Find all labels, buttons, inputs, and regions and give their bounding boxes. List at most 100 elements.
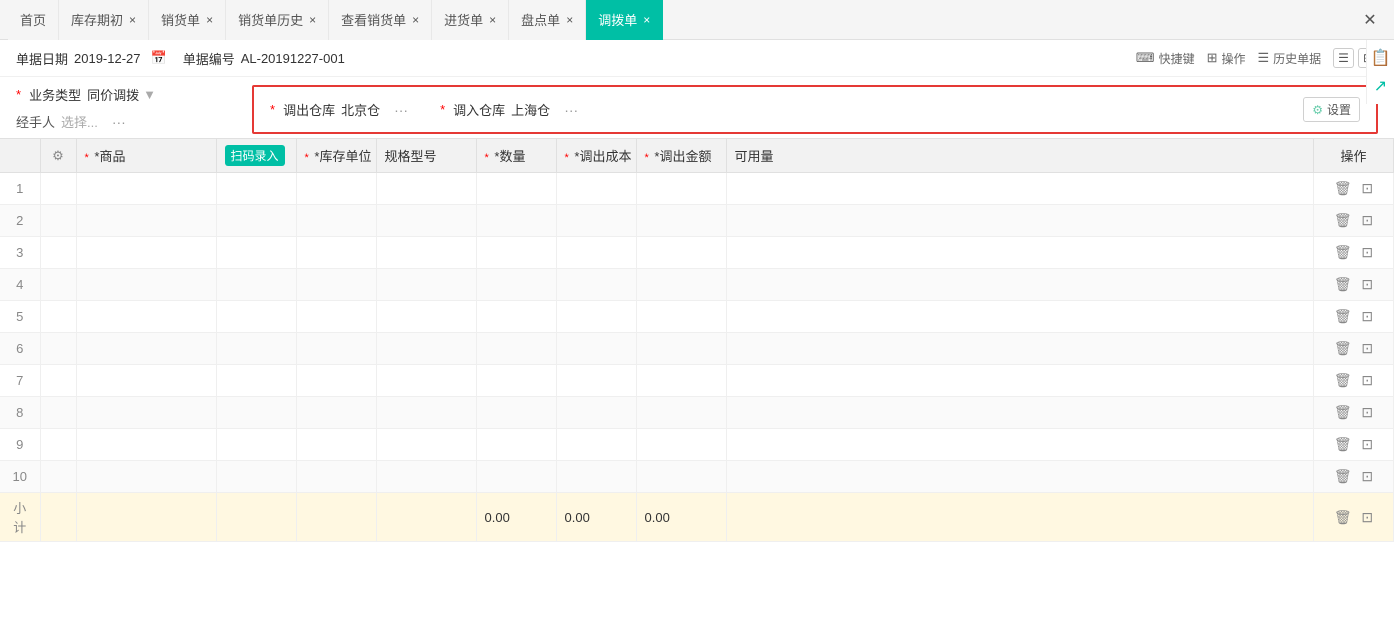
tab-transfer[interactable]: 调拨单 × xyxy=(586,0,663,40)
row-delete-btn[interactable]: 🗑 xyxy=(1331,340,1355,357)
tab-sales-order[interactable]: 销货单 × xyxy=(149,0,226,40)
contact-row: 经手人 选择... ··· xyxy=(16,112,236,131)
row-copy-btn[interactable]: ⊡ xyxy=(1358,212,1376,229)
row-delete-btn[interactable]: 🗑 xyxy=(1331,372,1355,389)
tab-close-purchase-order[interactable]: × xyxy=(489,13,496,27)
warehouse-out-required: * xyxy=(270,102,275,117)
window-close-button[interactable]: ✕ xyxy=(1354,4,1386,36)
table-row: 5 🗑 ⊡ xyxy=(0,301,1394,333)
shortcuts-action[interactable]: ⌨ 快捷键 xyxy=(1136,50,1195,67)
table-header-row: ⚙ * *商品 扫码录入 * *库存单位 xyxy=(0,139,1394,173)
sidebar-doc-icon[interactable]: 📋 xyxy=(1371,48,1391,68)
table-row: 6 🗑 ⊡ xyxy=(0,333,1394,365)
tab-close-view-sales[interactable]: × xyxy=(412,13,419,27)
app-layout: 首页 库存期初 × 销货单 × 销货单历史 × 查看销货单 × 进货单 × 盘点… xyxy=(0,0,1394,634)
tab-stocktake[interactable]: 盘点单 × xyxy=(509,0,586,40)
row-no: 1 xyxy=(0,173,40,205)
table-row: 9 🗑 ⊡ xyxy=(0,429,1394,461)
row-no: 5 xyxy=(0,301,40,333)
subtotal-copy-btn[interactable]: ⊡ xyxy=(1358,509,1376,526)
row-delete-btn[interactable]: 🗑 xyxy=(1331,212,1355,229)
warehouse-out-label: 调出仓库 xyxy=(283,100,335,119)
warehouse-out-value[interactable]: 北京仓 xyxy=(341,100,380,119)
docno-field: 单据编号 AL-20191227-001 xyxy=(183,49,345,68)
tab-close-inventory-init[interactable]: × xyxy=(129,13,136,27)
row-delete-btn[interactable]: 🗑 xyxy=(1331,180,1355,197)
operations-action[interactable]: ⊞ 操作 xyxy=(1207,50,1246,67)
th-action: 操作 xyxy=(1314,139,1394,173)
tab-home[interactable]: 首页 xyxy=(8,0,59,40)
th-unit: * *库存单位 xyxy=(296,139,376,173)
header-actions: ⌨ 快捷键 ⊞ 操作 ☰ 历史单据 ☰ ⊞ xyxy=(1136,48,1378,68)
row-no: 4 xyxy=(0,269,40,301)
table-row: 10 🗑 ⊡ xyxy=(0,461,1394,493)
settings-btn[interactable]: ⚙ 设置 xyxy=(1303,97,1360,122)
biz-type-field: * 业务类型 同价调拨 ▼ xyxy=(16,85,236,104)
row-copy-btn[interactable]: ⊡ xyxy=(1358,180,1376,197)
tab-view-sales[interactable]: 查看销货单 × xyxy=(329,0,432,40)
gear-icon[interactable]: ⚙ xyxy=(52,148,64,163)
table-body: 1 🗑 ⊡ 2 xyxy=(0,173,1394,542)
sidebar-expand-icon[interactable]: ↗ xyxy=(1374,76,1387,96)
warehouse-in-value[interactable]: 上海仓 xyxy=(511,100,550,119)
tab-sales-history[interactable]: 销货单历史 × xyxy=(226,0,329,40)
th-spec: 规格型号 xyxy=(376,139,476,173)
date-label: 单据日期 xyxy=(16,49,68,68)
row-no: 8 xyxy=(0,397,40,429)
biz-type-label: 业务类型 xyxy=(29,85,81,104)
row-copy-btn[interactable]: ⊡ xyxy=(1358,436,1376,453)
row-copy-btn[interactable]: ⊡ xyxy=(1358,308,1376,325)
row-delete-btn[interactable]: 🗑 xyxy=(1331,404,1355,421)
tab-close-transfer[interactable]: × xyxy=(643,13,650,27)
tab-close-sales-history[interactable]: × xyxy=(309,13,316,27)
subtotal-delete-btn[interactable]: 🗑 xyxy=(1331,509,1355,526)
tab-close-sales-order[interactable]: × xyxy=(206,13,213,27)
th-no xyxy=(0,139,40,173)
history-action[interactable]: ☰ 历史单据 xyxy=(1258,50,1322,67)
row-no: 6 xyxy=(0,333,40,365)
subtotal-qty: 0.00 xyxy=(476,493,556,542)
row-copy-btn[interactable]: ⊡ xyxy=(1358,340,1376,357)
content-area: 单据日期 2019-12-27 📅 单据编号 AL-20191227-001 ⌨… xyxy=(0,40,1394,634)
tab-inventory-init[interactable]: 库存期初 × xyxy=(59,0,149,40)
row-no: 9 xyxy=(0,429,40,461)
shortcuts-icon: ⌨ xyxy=(1136,50,1155,66)
row-copy-btn[interactable]: ⊡ xyxy=(1358,244,1376,261)
docno-value: AL-20191227-001 xyxy=(241,51,345,66)
row-copy-btn[interactable]: ⊡ xyxy=(1358,276,1376,293)
date-value[interactable]: 2019-12-27 xyxy=(74,51,141,66)
row-delete-btn[interactable]: 🗑 xyxy=(1331,244,1355,261)
biz-required-star: * xyxy=(16,87,21,102)
row-delete-btn[interactable]: 🗑 xyxy=(1331,436,1355,453)
calendar-icon[interactable]: 📅 xyxy=(151,50,167,66)
contact-label: 经手人 xyxy=(16,112,55,131)
tab-close-stocktake[interactable]: × xyxy=(566,13,573,27)
tab-purchase-order[interactable]: 进货单 × xyxy=(432,0,509,40)
table-row: 3 🗑 ⊡ xyxy=(0,237,1394,269)
row-delete-btn[interactable]: 🗑 xyxy=(1331,308,1355,325)
biz-type-value: 同价调拨 xyxy=(87,85,139,104)
warehouse-in-field: * 调入仓库 上海仓 ··· xyxy=(440,100,578,119)
warehouse-out-more-btn[interactable]: ··· xyxy=(394,102,408,118)
contact-value[interactable]: 选择... xyxy=(61,112,98,131)
scan-button[interactable]: 扫码录入 xyxy=(225,145,285,166)
biz-type-select[interactable]: 同价调拨 ▼ xyxy=(87,85,167,104)
th-gear[interactable]: ⚙ xyxy=(40,139,76,173)
row-copy-btn[interactable]: ⊡ xyxy=(1358,468,1376,485)
view-toggle-list[interactable]: ☰ xyxy=(1333,48,1354,68)
items-table: ⚙ * *商品 扫码录入 * *库存单位 xyxy=(0,139,1394,542)
table-row: 7 🗑 ⊡ xyxy=(0,365,1394,397)
contact-more-btn[interactable]: ··· xyxy=(112,114,126,130)
row-copy-btn[interactable]: ⊡ xyxy=(1358,404,1376,421)
warehouse-in-required: * xyxy=(440,102,445,117)
row-delete-btn[interactable]: 🗑 xyxy=(1331,276,1355,293)
row-copy-btn[interactable]: ⊡ xyxy=(1358,372,1376,389)
history-icon: ☰ xyxy=(1258,50,1270,66)
row-no: 2 xyxy=(0,205,40,237)
row-delete-btn[interactable]: 🗑 xyxy=(1331,468,1355,485)
th-cost: * *调出成本 xyxy=(556,139,636,173)
warehouse-in-more-btn[interactable]: ··· xyxy=(564,102,578,118)
biz-type-arrow: ▼ xyxy=(143,87,156,102)
warehouse-in-label: 调入仓库 xyxy=(453,100,505,119)
subtotal-amount: 0.00 xyxy=(636,493,726,542)
